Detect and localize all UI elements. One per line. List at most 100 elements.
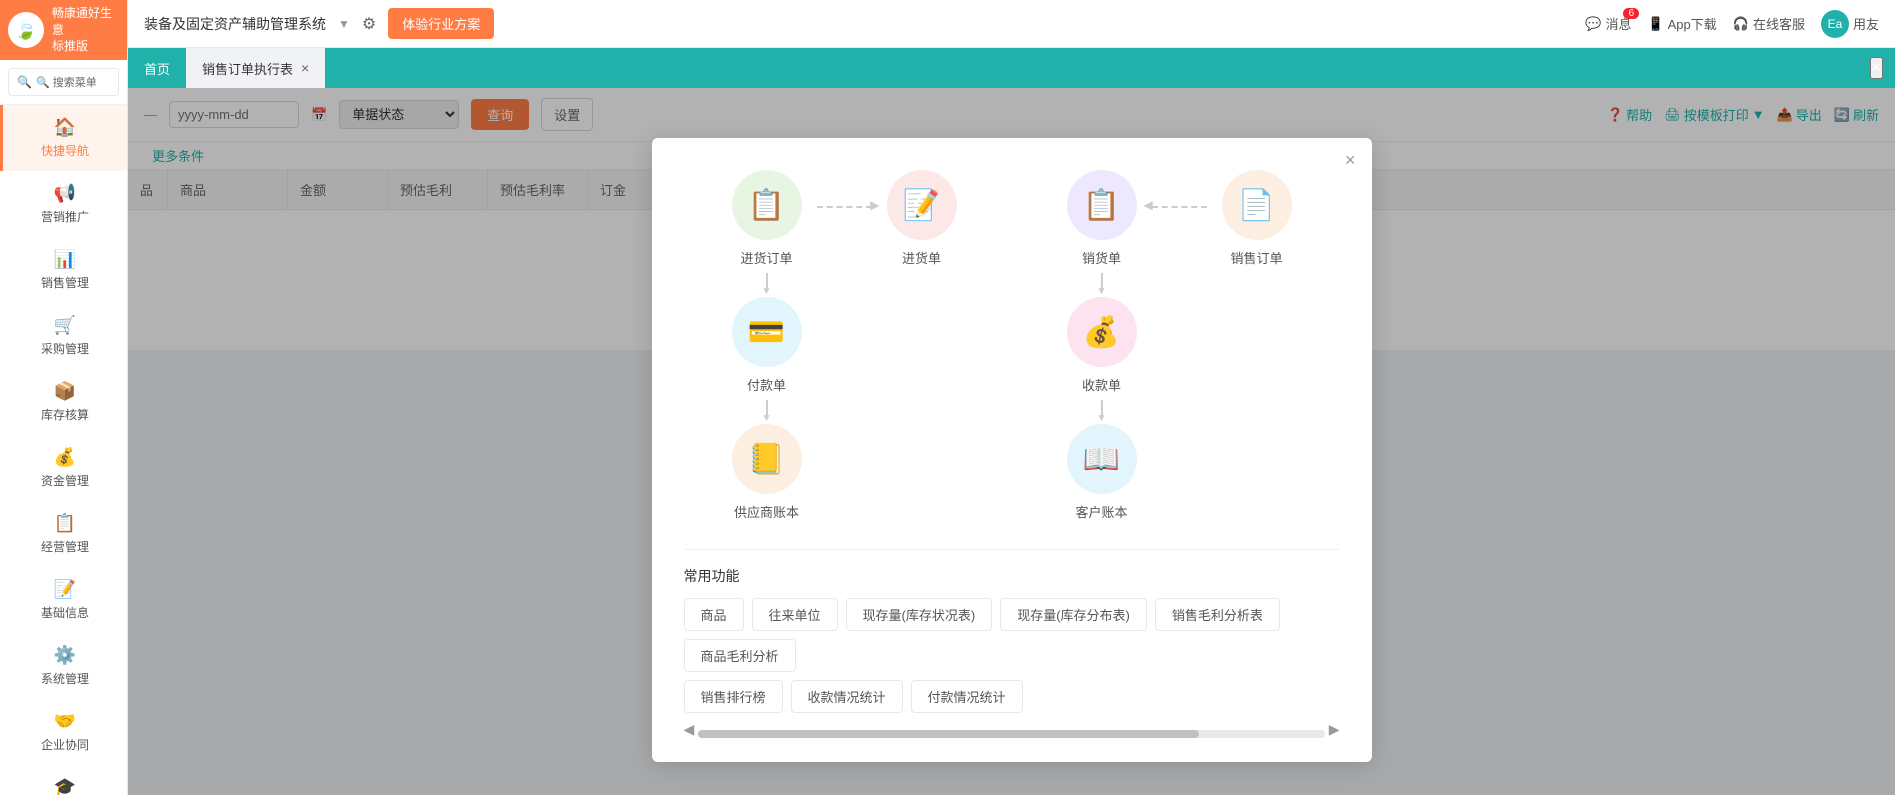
- common-functions: 常用功能 商品 往来单位 现存量(库存状况表) 现存量(库存分布表) 销售毛利分…: [684, 549, 1340, 713]
- topbar: 装备及固定资产辅助管理系统 ▼ ⚙ 体验行业方案 💬 消息 6 📱 App下载 …: [128, 0, 1895, 48]
- system-icon: ⚙️: [54, 645, 76, 666]
- logo-icon: 🍃: [8, 12, 44, 48]
- scroll-left-arrow[interactable]: ◀: [684, 721, 695, 738]
- flow-node-sales-bill[interactable]: 📋 销货单: [1052, 170, 1152, 267]
- sidebar-item-enterprise[interactable]: 🤝 企业协同: [0, 699, 127, 765]
- online-service-button[interactable]: 🎧 在线客服: [1733, 14, 1805, 33]
- logo-text: 畅康通好生意 标推版: [52, 5, 119, 55]
- func-btn-payment-stats[interactable]: 付款情况统计: [911, 680, 1023, 713]
- sidebar-item-operation[interactable]: 📋 经营管理: [0, 501, 127, 567]
- service-icon: 🎧: [1733, 16, 1749, 32]
- supplier-ledger-label: 供应商账本: [734, 502, 799, 521]
- sales-icon: 📊: [54, 249, 76, 270]
- scroll-right-arrow[interactable]: ▶: [1329, 721, 1340, 738]
- avatar: Ea: [1821, 10, 1849, 38]
- message-icon: 💬: [1585, 16, 1601, 32]
- flow-mid-right-col: 📋 销货单 ▼ 💰 收款单: [1052, 170, 1152, 521]
- flow-right-col: 📄 销售订单: [1207, 170, 1307, 267]
- download-icon: 📱: [1647, 16, 1663, 32]
- app-download-button[interactable]: 📱 App下载: [1647, 14, 1716, 33]
- purchase-order-label: 进货订单: [740, 248, 792, 267]
- scrollbar-track[interactable]: [698, 730, 1324, 738]
- purchase-bill-label: 进货单: [902, 248, 941, 267]
- topbar-right: 💬 消息 6 📱 App下载 🎧 在线客服 Ea 用友: [1585, 10, 1879, 38]
- sidebar-item-system[interactable]: ⚙️ 系统管理: [0, 633, 127, 699]
- trial-button[interactable]: 体验行业方案: [388, 8, 494, 39]
- sidebar-item-purchase[interactable]: 🛒 采购管理: [0, 303, 127, 369]
- receipt-label: 收款单: [1082, 375, 1121, 394]
- common-functions-title: 常用功能: [684, 566, 1340, 586]
- sidebar-item-finance[interactable]: 💰 资金管理: [0, 435, 127, 501]
- flow-node-payment[interactable]: 💳 付款单: [717, 297, 817, 394]
- marketing-icon: 📢: [54, 183, 76, 204]
- sidebar-item-marketing[interactable]: 📢 营销推广: [0, 171, 127, 237]
- arrow-down-3: ▼: [1101, 267, 1103, 297]
- payment-icon: 💳: [732, 297, 802, 367]
- func-btn-product-profit[interactable]: 商品毛利分析: [684, 639, 796, 672]
- newbie-icon: 🎓: [54, 777, 76, 795]
- flow-node-purchase-order[interactable]: 📋 进货订单: [717, 170, 817, 267]
- page-area: — 📅 单据状态 查询 设置 ❓ 帮助 🖨 按模: [128, 88, 1895, 795]
- func-btn-stock-dist[interactable]: 现存量(库存分布表): [1000, 598, 1147, 631]
- sidebar-item-quick-guide[interactable]: 🏠 快捷导航: [0, 105, 127, 171]
- home-icon: 🏠: [54, 117, 76, 138]
- operation-icon: 📋: [54, 513, 76, 534]
- func-buttons-row2: 销售排行榜 收款情况统计 付款情况统计: [684, 680, 1340, 713]
- func-buttons-row1: 商品 往来单位 现存量(库存状况表) 现存量(库存分布表) 销售毛利分析表 商品…: [684, 598, 1340, 672]
- sidebar-nav: 🏠 快捷导航 📢 营销推广 📊 销售管理 🛒 采购管理 📦 库存核算 💰: [0, 105, 127, 795]
- flow-node-customer-ledger[interactable]: 📖 客户账本: [1052, 424, 1152, 521]
- sidebar-search[interactable]: 🔍 🔍 搜索菜单: [0, 60, 127, 105]
- arrow-h-2: ◀: [1152, 170, 1207, 208]
- func-btn-product[interactable]: 商品: [684, 598, 744, 631]
- receipt-icon: 💰: [1067, 297, 1137, 367]
- func-btn-sales-profit[interactable]: 销售毛利分析表: [1155, 598, 1280, 631]
- sidebar-item-basic-info[interactable]: 📝 基础信息: [0, 567, 127, 633]
- arrow-down-2: ▼: [766, 394, 768, 424]
- flow-left-col: 📋 进货订单 ▼ 💳 付款单: [717, 170, 817, 521]
- func-btn-sales-rank[interactable]: 销售排行榜: [684, 680, 783, 713]
- flow-node-purchase-bill[interactable]: 📝 进货单: [872, 170, 972, 267]
- payment-label: 付款单: [747, 375, 786, 394]
- func-btn-stock-status[interactable]: 现存量(库存状况表): [846, 598, 993, 631]
- customer-ledger-label: 客户账本: [1075, 502, 1127, 521]
- flow-node-supplier-ledger[interactable]: 📒 供应商账本: [717, 424, 817, 521]
- sidebar-item-inventory[interactable]: 📦 库存核算: [0, 369, 127, 435]
- sales-bill-label: 销货单: [1082, 248, 1121, 267]
- sidebar-item-sales[interactable]: 📊 销售管理: [0, 237, 127, 303]
- supplier-ledger-icon: 📒: [732, 424, 802, 494]
- func-btn-receipt-stats[interactable]: 收款情况统计: [791, 680, 903, 713]
- flow-node-receipt[interactable]: 💰 收款单: [1052, 297, 1152, 394]
- purchase-icon: 🛒: [54, 315, 76, 336]
- tab-sales-order[interactable]: 销售订单执行表 ×: [186, 48, 325, 88]
- arrow-down-1: ▼: [766, 267, 768, 297]
- func-btn-partner[interactable]: 往来单位: [752, 598, 838, 631]
- modal-close-button[interactable]: ×: [1345, 150, 1356, 171]
- sales-order-label: 销售订单: [1230, 248, 1282, 267]
- message-button[interactable]: 💬 消息 6: [1585, 14, 1631, 33]
- gear-icon[interactable]: ⚙: [362, 14, 376, 34]
- message-badge: 6: [1623, 8, 1639, 19]
- sales-order-icon: 📄: [1222, 170, 1292, 240]
- enterprise-icon: 🤝: [54, 711, 76, 732]
- search-menu-button[interactable]: 🔍 🔍 搜索菜单: [8, 68, 119, 96]
- flow-mid-left-col: 📝 进货单: [872, 170, 972, 267]
- customer-ledger-icon: 📖: [1067, 424, 1137, 494]
- flow-node-sales-order[interactable]: 📄 销售订单: [1207, 170, 1307, 267]
- flow-diagram: 📋 进货订单 ▼ 💳 付款单: [684, 170, 1340, 521]
- tabs-bar: 首页 销售订单执行表 × ×: [128, 48, 1895, 88]
- purchase-order-icon: 📋: [732, 170, 802, 240]
- close-all-tabs-button[interactable]: ×: [1870, 57, 1883, 79]
- sidebar-item-newbie[interactable]: 🎓 新手引导: [0, 765, 127, 795]
- scrollbar-thumb: [698, 730, 1199, 738]
- modal-scrollbar: ◀ ▶: [684, 721, 1340, 738]
- inventory-icon: 📦: [54, 381, 76, 402]
- dropdown-icon[interactable]: ▼: [338, 17, 350, 31]
- sidebar-logo: 🍃 畅康通好生意 标推版: [0, 0, 127, 60]
- search-icon: 🔍: [17, 75, 32, 89]
- user-avatar[interactable]: Ea 用友: [1821, 10, 1879, 38]
- purchase-bill-icon: 📝: [887, 170, 957, 240]
- tab-home[interactable]: 首页: [128, 48, 186, 88]
- basic-info-icon: 📝: [54, 579, 76, 600]
- arrow-h-1: ▶: [817, 170, 872, 208]
- tab-close-button[interactable]: ×: [301, 60, 309, 76]
